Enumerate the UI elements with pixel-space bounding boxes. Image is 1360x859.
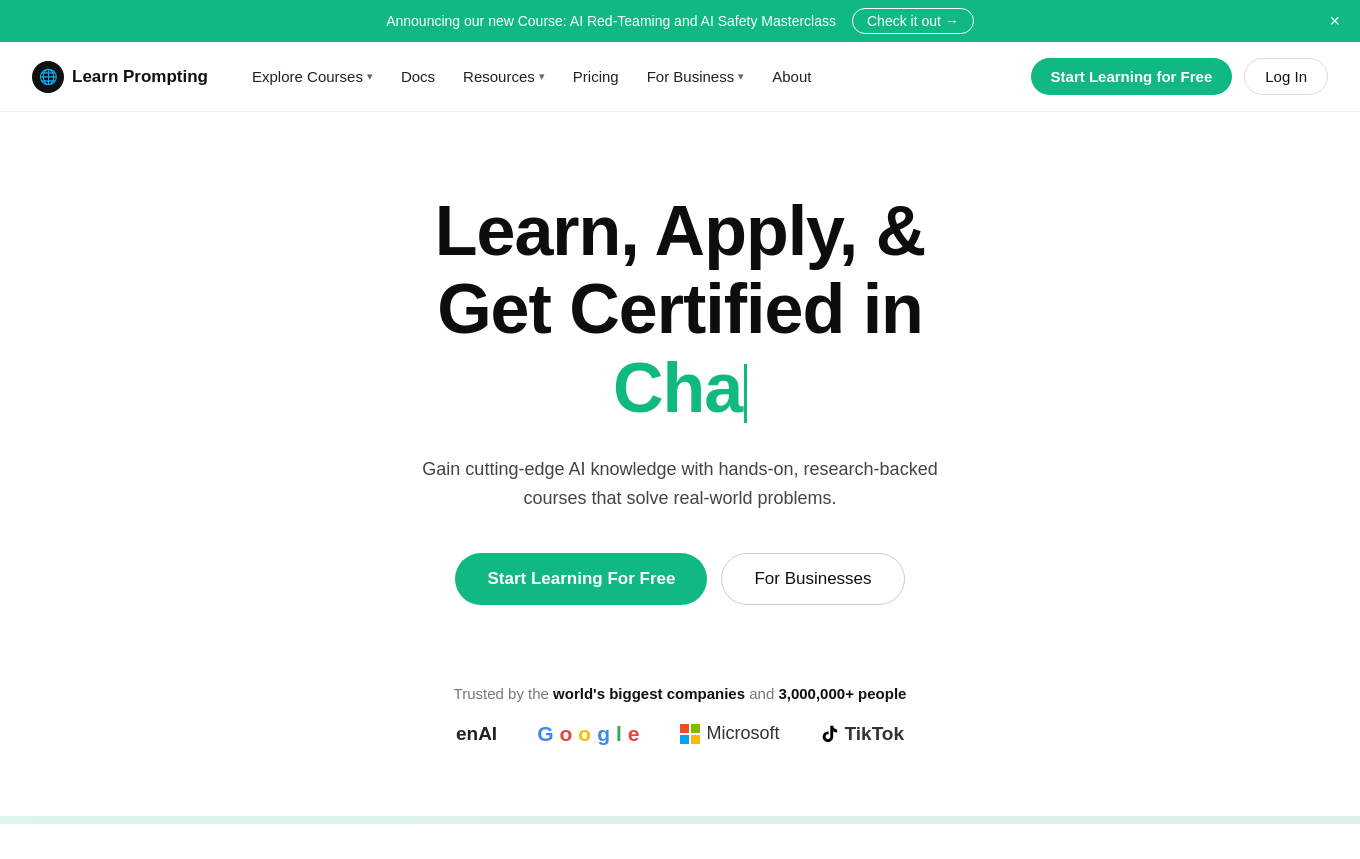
nav-start-learning-button[interactable]: Start Learning for Free <box>1031 58 1233 95</box>
navbar: 🌐 Learn Prompting Explore Courses ▾ Docs… <box>0 42 1360 112</box>
cursor-blink <box>744 364 747 424</box>
nav-for-business[interactable]: For Business ▾ <box>635 60 757 93</box>
chevron-down-icon: ▾ <box>539 70 545 83</box>
hero-businesses-button[interactable]: For Businesses <box>721 553 904 605</box>
nav-explore-courses[interactable]: Explore Courses ▾ <box>240 60 385 93</box>
google-logo: Google <box>537 722 639 746</box>
hero-title-line1: Learn, Apply, & <box>435 192 926 270</box>
trust-text: Trusted by the world's biggest companies… <box>454 685 907 702</box>
hero-start-button[interactable]: Start Learning For Free <box>455 553 707 605</box>
hero-title-accent: Cha <box>613 349 747 427</box>
bottom-stripe <box>0 816 1360 824</box>
hero-section: Learn, Apply, & Get Certified in Cha Gai… <box>0 112 1360 665</box>
logo-link[interactable]: 🌐 Learn Prompting <box>32 61 208 93</box>
nav-pricing[interactable]: Pricing <box>561 60 631 93</box>
logo-icon: 🌐 <box>32 61 64 93</box>
nav-actions: Start Learning for Free Log In <box>1031 58 1328 95</box>
chevron-down-icon: ▾ <box>367 70 373 83</box>
hero-subtitle: Gain cutting-edge AI knowledge with hand… <box>400 455 960 513</box>
announcement-text: Announcing our new Course: AI Red-Teamin… <box>386 13 836 29</box>
chevron-down-icon: ▾ <box>738 70 744 83</box>
nav-about[interactable]: About <box>760 60 823 93</box>
hero-buttons: Start Learning For Free For Businesses <box>455 553 904 605</box>
announcement-bar: Announcing our new Course: AI Red-Teamin… <box>0 0 1360 42</box>
check-it-out-button[interactable]: Check it out → <box>852 8 974 34</box>
nav-resources[interactable]: Resources ▾ <box>451 60 557 93</box>
microsoft-grid-icon <box>680 724 700 744</box>
nav-docs[interactable]: Docs <box>389 60 447 93</box>
tiktok-icon <box>820 724 840 744</box>
nav-login-button[interactable]: Log In <box>1244 58 1328 95</box>
openai-logo: enAI <box>456 723 497 745</box>
nav-links: Explore Courses ▾ Docs Resources ▾ Prici… <box>240 60 1031 93</box>
tiktok-logo: TikTok <box>820 723 904 745</box>
close-announcement-button[interactable]: × <box>1329 12 1340 30</box>
logo-text: Learn Prompting <box>72 67 208 87</box>
microsoft-logo: Microsoft <box>680 723 780 744</box>
trust-section: Trusted by the world's biggest companies… <box>0 665 1360 806</box>
hero-title-line2: Get Certified in <box>437 270 923 348</box>
hero-title: Learn, Apply, & Get Certified in Cha <box>435 192 926 427</box>
trust-logos: enAI Google Microsoft TikTok <box>456 722 904 746</box>
